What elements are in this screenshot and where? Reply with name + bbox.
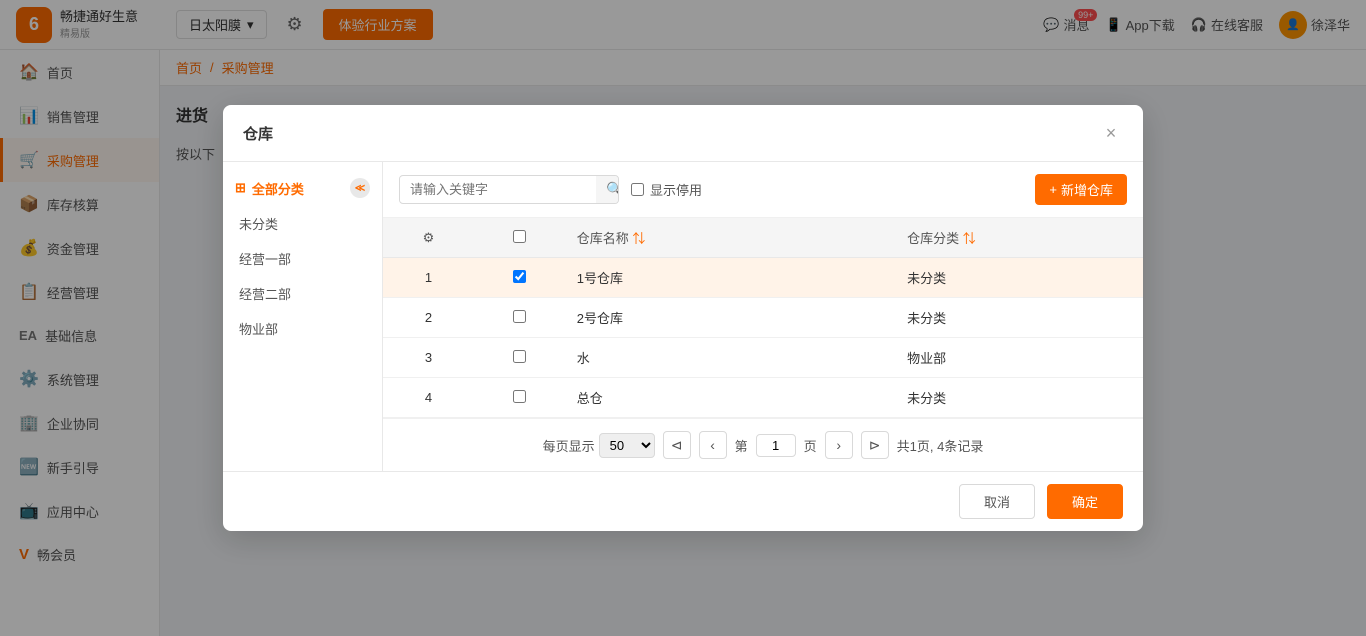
row-checkbox[interactable] xyxy=(513,390,526,403)
th-checkbox xyxy=(474,218,565,258)
row-num: 2 xyxy=(383,298,474,338)
new-warehouse-label: 新增仓库 xyxy=(1061,180,1113,199)
row-checkbox[interactable] xyxy=(513,310,526,323)
page-number-input[interactable] xyxy=(756,434,796,457)
category-item-property[interactable]: 物业部 xyxy=(223,311,382,346)
row-checkbox-cell xyxy=(474,378,565,418)
warehouse-table: ⚙ 仓库... ⇅ 仓库名称 ⇅ 仓库分类 ⇅ 1 01 1号仓库 未分类 2 … xyxy=(383,218,1143,418)
th-num: ⚙ xyxy=(383,218,474,258)
warehouse-table-container: ⚙ 仓库... ⇅ 仓库名称 ⇅ 仓库分类 ⇅ 1 01 1号仓库 未分类 2 … xyxy=(383,218,1143,418)
row-name: 2号仓库 xyxy=(565,298,895,338)
row-checkbox-cell xyxy=(474,338,565,378)
show-disabled-area: 显示停用 xyxy=(631,180,702,199)
pagination: 每页显示 50 100 200 ⊲ ‹ 第 页 › ⊳ 共1页, 4条记录 xyxy=(383,418,1143,471)
modal-title: 仓库 xyxy=(243,123,273,144)
table-header-row: ⚙ 仓库... ⇅ 仓库名称 ⇅ 仓库分类 ⇅ xyxy=(383,218,1143,258)
category-item-dept2[interactable]: 经营二部 xyxy=(223,276,382,311)
row-name: 水 xyxy=(565,338,895,378)
row-category: 物业部 xyxy=(895,338,1143,378)
modal-footer: 取消 确定 xyxy=(223,471,1143,531)
modal-body: ⊞ 全部分类 ≪ 未分类 经营一部 经营二部 物业部 🔍 xyxy=(223,162,1143,471)
row-num: 3 xyxy=(383,338,474,378)
modal-overlay: 仓库 × ⊞ 全部分类 ≪ 未分类 经营一部 经营二部 物业部 xyxy=(0,0,1366,636)
row-checkbox[interactable] xyxy=(513,270,526,283)
per-page-label: 每页显示 xyxy=(543,436,595,455)
per-page-dropdown[interactable]: 50 100 200 xyxy=(599,433,655,458)
table-row[interactable]: 2 02 2号仓库 未分类 xyxy=(383,298,1143,338)
confirm-button[interactable]: 确定 xyxy=(1047,484,1123,519)
row-category: 未分类 xyxy=(895,378,1143,418)
right-toolbar: 🔍 显示停用 + 新增仓库 xyxy=(383,162,1143,218)
all-categories-item[interactable]: ⊞ 全部分类 ≪ xyxy=(223,170,382,206)
row-checkbox-cell xyxy=(474,298,565,338)
cancel-button[interactable]: 取消 xyxy=(959,484,1035,519)
show-disabled-label: 显示停用 xyxy=(650,180,702,199)
row-category: 未分类 xyxy=(895,298,1143,338)
total-info: 共1页, 4条记录 xyxy=(897,436,984,455)
row-checkbox-cell xyxy=(474,258,565,298)
th-category: 仓库分类 ⇅ xyxy=(895,218,1143,258)
table-row[interactable]: 3 03 水 物业部 xyxy=(383,338,1143,378)
show-disabled-checkbox[interactable] xyxy=(631,183,644,196)
next-page-btn[interactable]: › xyxy=(825,431,853,459)
last-page-btn[interactable]: ⊳ xyxy=(861,431,889,459)
right-panel: 🔍 显示停用 + 新增仓库 ⚙ xyxy=(383,162,1143,471)
row-name: 总仓 xyxy=(565,378,895,418)
category-item-unclassified[interactable]: 未分类 xyxy=(223,206,382,241)
page-label: 第 xyxy=(735,436,748,455)
search-icon[interactable]: 🔍 xyxy=(596,176,619,203)
search-input[interactable] xyxy=(400,177,596,202)
row-num: 1 xyxy=(383,258,474,298)
table-row[interactable]: 1 01 1号仓库 未分类 xyxy=(383,258,1143,298)
warehouse-modal: 仓库 × ⊞ 全部分类 ≪ 未分类 经营一部 经营二部 物业部 xyxy=(223,105,1143,531)
new-warehouse-btn[interactable]: + 新增仓库 xyxy=(1035,174,1127,205)
search-box: 🔍 xyxy=(399,175,619,204)
th-name: 仓库名称 ⇅ xyxy=(565,218,895,258)
prev-page-btn[interactable]: ‹ xyxy=(699,431,727,459)
row-checkbox[interactable] xyxy=(513,350,526,363)
table-row[interactable]: 4 DEFAULT 总仓 未分类 xyxy=(383,378,1143,418)
modal-close-btn[interactable]: × xyxy=(1099,121,1123,145)
row-category: 未分类 xyxy=(895,258,1143,298)
first-page-btn[interactable]: ⊲ xyxy=(663,431,691,459)
grid-icon: ⊞ xyxy=(235,180,246,196)
plus-icon: + xyxy=(1049,182,1057,197)
row-name: 1号仓库 xyxy=(565,258,895,298)
modal-header: 仓库 × xyxy=(223,105,1143,162)
collapse-icon[interactable]: ≪ xyxy=(350,178,370,198)
category-item-dept1[interactable]: 经营一部 xyxy=(223,241,382,276)
page-size-select: 每页显示 50 100 200 xyxy=(543,433,655,458)
row-num: 4 xyxy=(383,378,474,418)
page-unit: 页 xyxy=(804,436,817,455)
category-panel: ⊞ 全部分类 ≪ 未分类 经营一部 经营二部 物业部 xyxy=(223,162,383,471)
select-all-checkbox[interactable] xyxy=(513,230,526,243)
all-categories-label: 全部分类 xyxy=(252,179,304,198)
